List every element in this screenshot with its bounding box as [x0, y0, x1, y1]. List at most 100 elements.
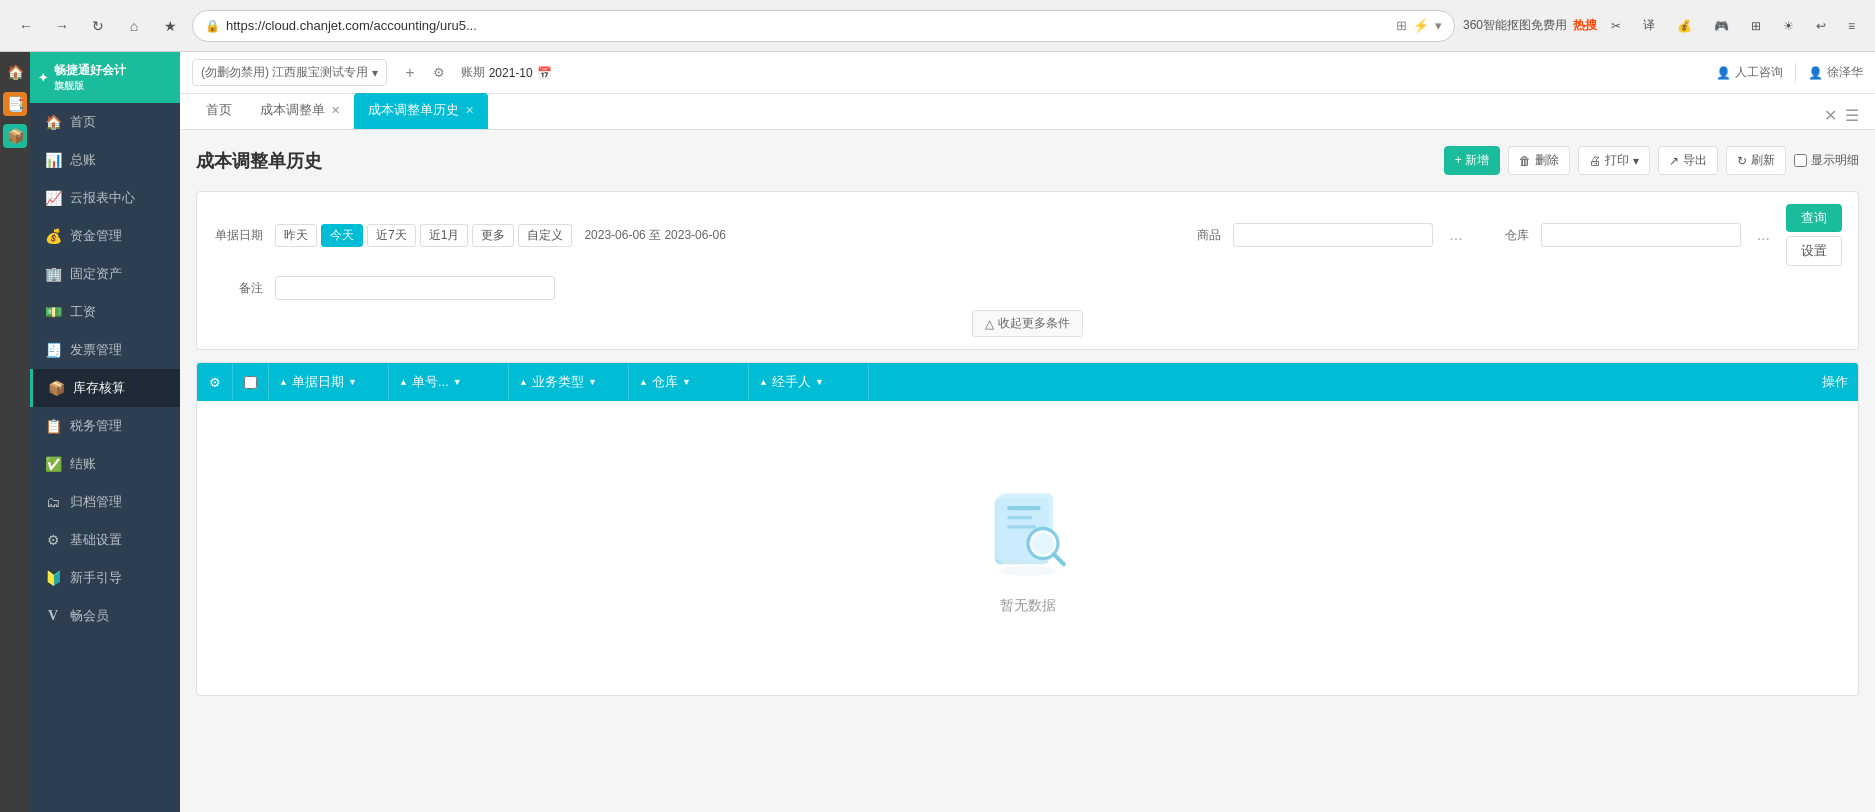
delete-btn[interactable]: 🗑 删除 — [1508, 146, 1570, 175]
sidebar-item-archive[interactable]: 🗂 归档管理 — [30, 483, 180, 521]
account-period-value: 2021-10 — [489, 66, 533, 80]
select-all-checkbox[interactable] — [244, 376, 257, 389]
icon-bar-active[interactable]: 📦 — [3, 124, 27, 148]
sidebar-item-tax[interactable]: 📋 税务管理 — [30, 407, 180, 445]
sidebar-item-home[interactable]: 🏠 首页 — [30, 103, 180, 141]
sidebar-item-funds[interactable]: 💰 资金管理 — [30, 217, 180, 255]
close-all-btn[interactable]: ✕ — [1820, 102, 1841, 129]
service-btn[interactable]: 👤 人工咨询 — [1716, 64, 1783, 81]
game-btn[interactable]: 🎮 — [1706, 15, 1737, 37]
goods-input[interactable] — [1233, 223, 1433, 247]
company-dropdown-icon: ▾ — [372, 66, 378, 80]
refresh-icon: ↻ — [1737, 154, 1747, 168]
svg-point-0 — [998, 566, 1056, 576]
calendar-icon[interactable]: 📅 — [537, 66, 552, 80]
archive-icon: 🗂 — [44, 494, 62, 510]
sidebar-label-ledger: 总账 — [70, 151, 96, 169]
sidebar-item-salary[interactable]: 💵 工资 — [30, 293, 180, 331]
tab-home[interactable]: 首页 — [192, 93, 246, 129]
tab-cost-adjust[interactable]: 成本调整单 ✕ — [246, 93, 354, 129]
date-btn-yesterday[interactable]: 昨天 — [275, 224, 317, 247]
back-button[interactable]: ← — [12, 12, 40, 40]
goods-more-btn[interactable]: ... — [1449, 226, 1462, 244]
table-col-handler[interactable]: ▲ 经手人 ▼ — [749, 363, 869, 401]
print-btn[interactable]: 🖨 打印 ▾ — [1578, 146, 1650, 175]
collapse-label: 收起更多条件 — [998, 315, 1070, 332]
table-col-settings[interactable]: ⚙ — [197, 363, 233, 401]
funds-icon: 💰 — [44, 228, 62, 244]
date-filter-btns: 昨天 今天 近7天 近1月 更多 自定义 — [275, 224, 572, 247]
col-handler-label: 经手人 — [772, 373, 811, 391]
refresh-button[interactable]: ↻ — [84, 12, 112, 40]
sidebar-item-settings[interactable]: ⚙ 基础设置 — [30, 521, 180, 559]
tab-cost-adjust-history[interactable]: 成本调整单历史 ✕ — [354, 93, 488, 129]
table-col-date[interactable]: ▲ 单据日期 ▼ — [269, 363, 389, 401]
table-col-num[interactable]: ▲ 单号... ▼ — [389, 363, 509, 401]
show-detail-label: 显示明细 — [1811, 152, 1859, 169]
table-col-warehouse[interactable]: ▲ 仓库 ▼ — [629, 363, 749, 401]
sidebar-item-closing[interactable]: ✅ 结账 — [30, 445, 180, 483]
filter-row-date: 单据日期 昨天 今天 近7天 近1月 更多 自定义 2023-06-06 至 2… — [213, 204, 1842, 266]
sidebar-item-member[interactable]: V 畅会员 — [30, 597, 180, 635]
refresh-label: 刷新 — [1751, 152, 1775, 169]
col-num-label: 单号... — [412, 373, 449, 391]
user-area[interactable]: 👤 徐泽华 — [1808, 64, 1863, 81]
empty-text: 暂无数据 — [1000, 597, 1056, 615]
new-btn[interactable]: + 新增 — [1444, 146, 1500, 175]
undo-btn[interactable]: ↩ — [1808, 15, 1834, 37]
page-header: 成本调整单历史 + 新增 🗑 删除 🖨 打印 ▾ ↗ 导出 — [196, 146, 1859, 175]
sidebar-label-closing: 结账 — [70, 455, 96, 473]
date-btn-more[interactable]: 更多 — [472, 224, 514, 247]
table-col-type[interactable]: ▲ 业务类型 ▼ — [509, 363, 629, 401]
tab-cost-adjust-history-close[interactable]: ✕ — [465, 104, 474, 117]
note-input[interactable] — [275, 276, 555, 300]
refresh-btn[interactable]: ↻ 刷新 — [1726, 146, 1786, 175]
menu-btn[interactable]: ≡ — [1840, 15, 1863, 37]
wallet-btn[interactable]: 💰 — [1669, 15, 1700, 37]
settings-icon: ⚙ — [44, 532, 62, 548]
export-btn[interactable]: ↗ 导出 — [1658, 146, 1718, 175]
sidebar: ✦ 畅捷通好会计 旗舰版 🏠 首页 📊 总账 📈 云报表中心 💰 资金管理 — [30, 52, 180, 812]
show-detail-checkbox-label[interactable]: 显示明细 — [1794, 152, 1859, 169]
date-btn-7days[interactable]: 近7天 — [367, 224, 416, 247]
sidebar-item-ledger[interactable]: 📊 总账 — [30, 141, 180, 179]
home-button[interactable]: ⌂ — [120, 12, 148, 40]
tab-cost-adjust-close[interactable]: ✕ — [331, 104, 340, 117]
window-menu-btn[interactable]: ☰ — [1841, 102, 1863, 129]
add-company-btn[interactable]: + — [395, 59, 424, 87]
icon-bar-orange[interactable]: 📑 — [3, 92, 27, 116]
forward-button[interactable]: → — [48, 12, 76, 40]
sidebar-item-invoice[interactable]: 🧾 发票管理 — [30, 331, 180, 369]
grid-btn[interactable]: ⊞ — [1743, 15, 1769, 37]
table-col-checkbox[interactable] — [233, 363, 269, 401]
filter-collapse-btn[interactable]: △ 收起更多条件 — [972, 310, 1083, 337]
home-icon: 🏠 — [44, 114, 62, 130]
svg-rect-5 — [1007, 525, 1036, 528]
tax-icon: 📋 — [44, 418, 62, 434]
date-btn-today[interactable]: 今天 — [321, 224, 363, 247]
collapse-icon: △ — [985, 317, 994, 331]
date-btn-1month[interactable]: 近1月 — [420, 224, 469, 247]
brightness-btn[interactable]: ☀ — [1775, 15, 1802, 37]
scissors-btn[interactable]: ✂ — [1603, 15, 1629, 37]
warehouse-more-btn[interactable]: ... — [1757, 226, 1770, 244]
settings-icon-topbar[interactable]: ⚙ — [433, 65, 445, 80]
warehouse-input[interactable] — [1541, 223, 1741, 247]
lock-icon: 🔒 — [205, 19, 220, 33]
query-btn[interactable]: 查询 — [1786, 204, 1842, 232]
translate-btn[interactable]: 译 — [1635, 13, 1663, 38]
svg-rect-4 — [1007, 516, 1032, 519]
sidebar-label-inventory: 库存核算 — [73, 379, 125, 397]
date-btn-custom[interactable]: 自定义 — [518, 224, 572, 247]
filter-settings-btn[interactable]: 设置 — [1786, 236, 1842, 266]
show-detail-checkbox[interactable] — [1794, 154, 1807, 167]
sidebar-item-reports[interactable]: 📈 云报表中心 — [30, 179, 180, 217]
sidebar-item-guide[interactable]: 🔰 新手引导 — [30, 559, 180, 597]
sidebar-item-inventory[interactable]: 📦 库存核算 — [30, 369, 180, 407]
bookmark-button[interactable]: ★ — [156, 12, 184, 40]
address-bar[interactable]: 🔒 https://cloud.chanjet.com/accounting/u… — [192, 10, 1455, 42]
sidebar-label-fixed-assets: 固定资产 — [70, 265, 122, 283]
sidebar-item-fixed-assets[interactable]: 🏢 固定资产 — [30, 255, 180, 293]
company-selector[interactable]: (勿删勿禁用) 江西服宝测试专用 ▾ — [192, 59, 387, 86]
icon-bar-home[interactable]: 🏠 — [3, 60, 27, 84]
